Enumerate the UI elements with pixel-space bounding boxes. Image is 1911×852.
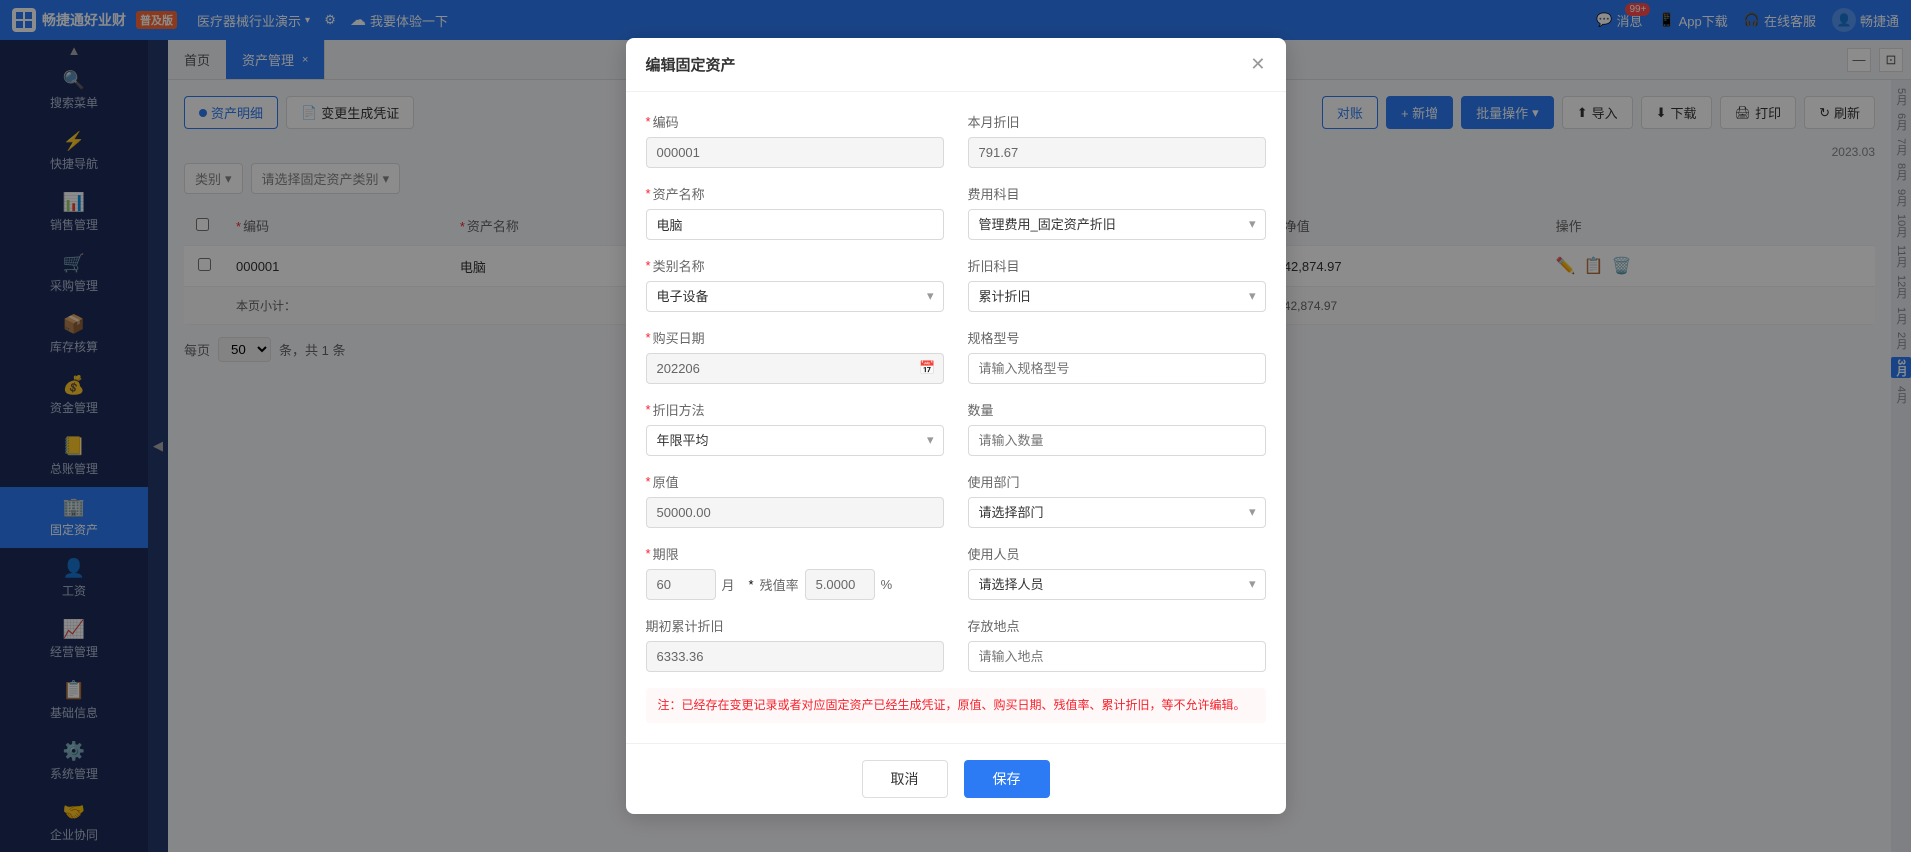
residual-rate-unit: % — [881, 577, 893, 592]
expense-subject-select[interactable]: 管理费用_固定资产折旧 — [968, 209, 1266, 240]
period-label: * 期限 — [646, 544, 944, 563]
quantity-input[interactable] — [968, 425, 1266, 456]
dep-subject-select[interactable]: 累计折旧 — [968, 281, 1266, 312]
original-value-label: * 原值 — [646, 472, 944, 491]
edit-asset-modal: 编辑固定资产 ✕ * 编码 本月折旧 — [626, 38, 1286, 814]
dep-method-field-group: * 折旧方法 年限平均 — [646, 400, 944, 456]
spec-input[interactable] — [968, 353, 1266, 384]
save-button[interactable]: 保存 — [964, 760, 1050, 798]
original-value-field-group: * 原值 — [646, 472, 944, 528]
expense-subject-wrapper: 管理费用_固定资产折旧 — [968, 209, 1266, 240]
category-field-group: * 类别名称 电子设备 — [646, 256, 944, 312]
purchase-date-label: * 购买日期 — [646, 328, 944, 347]
init-accum-dep-field-group: 期初累计折旧 — [646, 616, 944, 672]
init-accum-dep-label: 期初累计折旧 — [646, 616, 944, 635]
modal-overlay: 编辑固定资产 ✕ * 编码 本月折旧 — [0, 0, 1911, 852]
expense-subject-label: 费用科目 — [968, 184, 1266, 203]
dep-subject-label: 折旧科目 — [968, 256, 1266, 275]
department-field-group: 使用部门 请选择部门 — [968, 472, 1266, 528]
modal-title: 编辑固定资产 — [646, 54, 736, 75]
period-unit: 月 — [722, 575, 735, 594]
original-value-input[interactable] — [646, 497, 944, 528]
monthly-dep-input — [968, 137, 1266, 168]
dep-subject-wrapper: 累计折旧 — [968, 281, 1266, 312]
modal-footer: 取消 保存 — [626, 743, 1286, 814]
department-label: 使用部门 — [968, 472, 1266, 491]
period-input[interactable] — [646, 569, 716, 600]
department-select[interactable]: 请选择部门 — [968, 497, 1266, 528]
location-input[interactable] — [968, 641, 1266, 672]
user-wrapper: 请选择人员 — [968, 569, 1266, 600]
init-accum-dep-input[interactable] — [646, 641, 944, 672]
quantity-label: 数量 — [968, 400, 1266, 419]
calendar-icon[interactable]: 📅 — [919, 360, 935, 376]
location-label: 存放地点 — [968, 616, 1266, 635]
code-input[interactable] — [646, 137, 944, 168]
asset-name-field-group: * 资产名称 — [646, 184, 944, 240]
code-field-group: * 编码 — [646, 112, 944, 168]
modal-form: * 编码 本月折旧 * 资产名称 — [646, 112, 1266, 723]
modal-close-button[interactable]: ✕ — [1250, 54, 1265, 75]
location-field-group: 存放地点 — [968, 616, 1266, 672]
cancel-button[interactable]: 取消 — [862, 760, 948, 798]
period-residual-field-group: * 期限 月 * 残值率 % — [646, 544, 944, 600]
residual-rate-input[interactable] — [805, 569, 875, 600]
department-wrapper: 请选择部门 — [968, 497, 1266, 528]
quantity-field-group: 数量 — [968, 400, 1266, 456]
category-wrapper: 电子设备 — [646, 281, 944, 312]
expense-subject-field-group: 费用科目 管理费用_固定资产折旧 — [968, 184, 1266, 240]
user-field-group: 使用人员 请选择人员 — [968, 544, 1266, 600]
dep-subject-field-group: 折旧科目 累计折旧 — [968, 256, 1266, 312]
purchase-date-field-group: * 购买日期 📅 — [646, 328, 944, 384]
user-label: 使用人员 — [968, 544, 1266, 563]
dep-method-label: * 折旧方法 — [646, 400, 944, 419]
modal-header: 编辑固定资产 ✕ — [626, 38, 1286, 92]
purchase-date-input[interactable] — [646, 353, 944, 384]
user-select[interactable]: 请选择人员 — [968, 569, 1266, 600]
modal-body: * 编码 本月折旧 * 资产名称 — [626, 92, 1286, 743]
purchase-date-wrapper: 📅 — [646, 353, 944, 384]
dep-method-select[interactable]: 年限平均 — [646, 425, 944, 456]
monthly-dep-label: 本月折旧 — [968, 112, 1266, 131]
asset-name-label: * 资产名称 — [646, 184, 944, 203]
monthly-dep-field-group: 本月折旧 — [968, 112, 1266, 168]
period-residual-group: 月 * 残值率 % — [646, 569, 944, 600]
dep-method-wrapper: 年限平均 — [646, 425, 944, 456]
code-label: * 编码 — [646, 112, 944, 131]
residual-rate-label: 残值率 — [760, 575, 799, 594]
spec-label: 规格型号 — [968, 328, 1266, 347]
modal-note: 注：已经存在变更记录或者对应固定资产已经生成凭证，原值、购买日期、残值率、累计折… — [646, 688, 1266, 723]
asset-name-input[interactable] — [646, 209, 944, 240]
category-label: * 类别名称 — [646, 256, 944, 275]
spec-field-group: 规格型号 — [968, 328, 1266, 384]
category-select[interactable]: 电子设备 — [646, 281, 944, 312]
